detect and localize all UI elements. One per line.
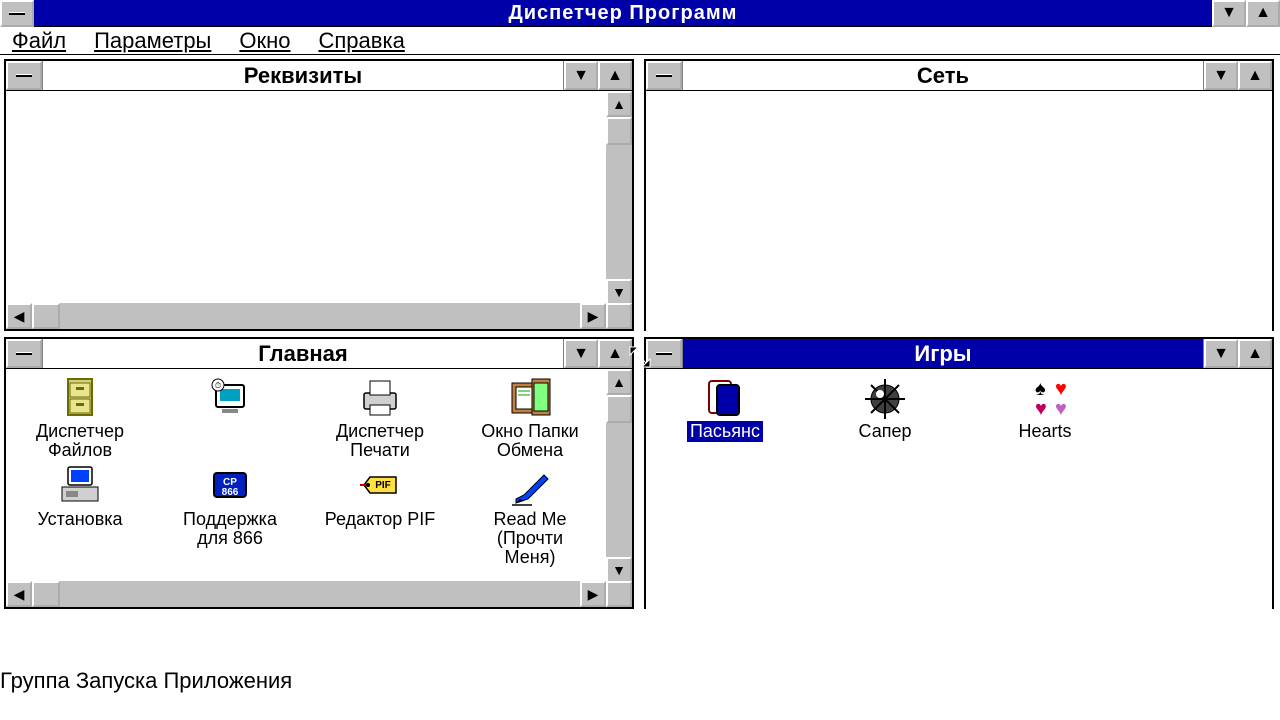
window-accessories-vscroll[interactable]: ▲ ▼ [606, 91, 632, 305]
icon-hearts[interactable]: ♠♥♥♥ Hearts [970, 375, 1120, 442]
maximize-button[interactable]: ▲ [1246, 0, 1280, 27]
mdi-area: Реквизиты ▼ ▲ ▲ ▼ ◀ ▶ Сеть ▼ ▲ [0, 55, 1280, 610]
window-network-maximize[interactable]: ▲ [1238, 61, 1272, 90]
svg-text:♠: ♠ [1035, 378, 1046, 400]
window-games-title: Игры [682, 339, 1204, 368]
icon-clipboard-viewer[interactable]: Окно Папки Обмена [460, 375, 600, 461]
window-main-maximize[interactable]: ▲ [598, 339, 632, 368]
window-main-titlebar[interactable]: Главная ▼ ▲ [6, 339, 632, 369]
window-accessories-body: ▲ ▼ [6, 91, 632, 305]
window-network[interactable]: Сеть ▼ ▲ [644, 59, 1274, 331]
svg-text:♥: ♥ [1055, 398, 1067, 419]
window-main[interactable]: Главная ▼ ▲ Диспетчер Файлов ⏱ [4, 337, 634, 609]
scroll-right-icon[interactable]: ▶ [580, 581, 606, 607]
mine-icon [861, 375, 909, 419]
pif-tag-icon: PIF [356, 463, 404, 507]
window-accessories-hscroll[interactable]: ◀ ▶ [6, 303, 632, 329]
window-network-title: Сеть [682, 61, 1204, 90]
svg-text:866: 866 [222, 487, 239, 498]
system-menu-button[interactable] [0, 0, 34, 27]
window-games[interactable]: Игры ▼ ▲ Пасьянс Сапер [644, 337, 1274, 609]
window-accessories[interactable]: Реквизиты ▼ ▲ ▲ ▼ ◀ ▶ [4, 59, 634, 331]
window-main-sysmenu[interactable] [6, 339, 42, 368]
window-main-body: Диспетчер Файлов ⏱ Диспетчер Печати [6, 369, 632, 583]
window-games-minimize[interactable]: ▼ [1204, 339, 1238, 368]
menu-params[interactable]: Параметры [94, 28, 211, 54]
window-network-body [646, 91, 1272, 331]
window-main-vscroll[interactable]: ▲ ▼ [606, 369, 632, 583]
printer-icon [356, 375, 404, 419]
icon-file-manager[interactable]: Диспетчер Файлов [10, 375, 150, 461]
icon-setup[interactable]: Установка [10, 463, 150, 568]
svg-text:♥: ♥ [1035, 398, 1047, 419]
window-games-body: Пасьянс Сапер ♠♥♥♥ Hearts [646, 369, 1272, 609]
pen-write-icon [506, 463, 554, 507]
minimize-button[interactable]: ▼ [1212, 0, 1246, 27]
window-accessories-maximize[interactable]: ▲ [598, 61, 632, 90]
cards-icon [701, 375, 749, 419]
minimized-group-label[interactable]: Группа Запуска Приложения [0, 668, 292, 694]
app-title: Диспетчер Программ [34, 2, 1212, 25]
icon-print-manager[interactable]: Диспетчер Печати [310, 375, 450, 461]
svg-text:⏱: ⏱ [215, 381, 221, 390]
app-titlebar: Диспетчер Программ ▼ ▲ [0, 0, 1280, 27]
scroll-down-icon[interactable]: ▼ [606, 279, 632, 305]
cp866-icon: CP866 [206, 463, 254, 507]
window-accessories-title: Реквизиты [42, 61, 564, 90]
menu-help[interactable]: Справка [319, 28, 405, 54]
icon-pif-editor[interactable]: PIF Редактор PIF [310, 463, 450, 568]
scroll-right-icon[interactable]: ▶ [580, 303, 606, 329]
window-main-minimize[interactable]: ▼ [564, 339, 598, 368]
window-network-titlebar[interactable]: Сеть ▼ ▲ [646, 61, 1272, 91]
scroll-left-icon[interactable]: ◀ [6, 303, 32, 329]
window-games-sysmenu[interactable] [646, 339, 682, 368]
window-accessories-titlebar[interactable]: Реквизиты ▼ ▲ [6, 61, 632, 91]
scroll-up-icon[interactable]: ▲ [606, 91, 632, 117]
setup-computer-icon [56, 463, 104, 507]
icon-cp866[interactable]: CP866 Поддержка для 866 [160, 463, 300, 568]
icon-control-panel[interactable]: ⏱ [160, 375, 300, 461]
icon-readme[interactable]: Read Me (Прочти Меня) [460, 463, 600, 568]
window-main-hscroll[interactable]: ◀ ▶ [6, 581, 632, 607]
window-accessories-sysmenu[interactable] [6, 61, 42, 90]
clipboard-folder-icon [506, 375, 554, 419]
scroll-down-icon[interactable]: ▼ [606, 557, 632, 583]
file-cabinet-icon [56, 375, 104, 419]
hearts-suits-icon: ♠♥♥♥ [1021, 375, 1069, 419]
window-main-title: Главная [42, 339, 564, 368]
menu-file[interactable]: Файл [12, 28, 66, 54]
window-games-titlebar[interactable]: Игры ▼ ▲ [646, 339, 1272, 369]
window-network-minimize[interactable]: ▼ [1204, 61, 1238, 90]
menu-window[interactable]: Окно [239, 28, 290, 54]
scroll-left-icon[interactable]: ◀ [6, 581, 32, 607]
menubar: Файл Параметры Окно Справка [0, 27, 1280, 55]
icon-solitaire[interactable]: Пасьянс [650, 375, 800, 442]
window-games-maximize[interactable]: ▲ [1238, 339, 1272, 368]
scroll-up-icon[interactable]: ▲ [606, 369, 632, 395]
window-network-sysmenu[interactable] [646, 61, 682, 90]
svg-text:PIF: PIF [375, 480, 391, 491]
icon-minesweeper[interactable]: Сапер [810, 375, 960, 442]
svg-text:♥: ♥ [1055, 378, 1067, 400]
computer-gear-icon: ⏱ [206, 375, 254, 419]
window-accessories-minimize[interactable]: ▼ [564, 61, 598, 90]
